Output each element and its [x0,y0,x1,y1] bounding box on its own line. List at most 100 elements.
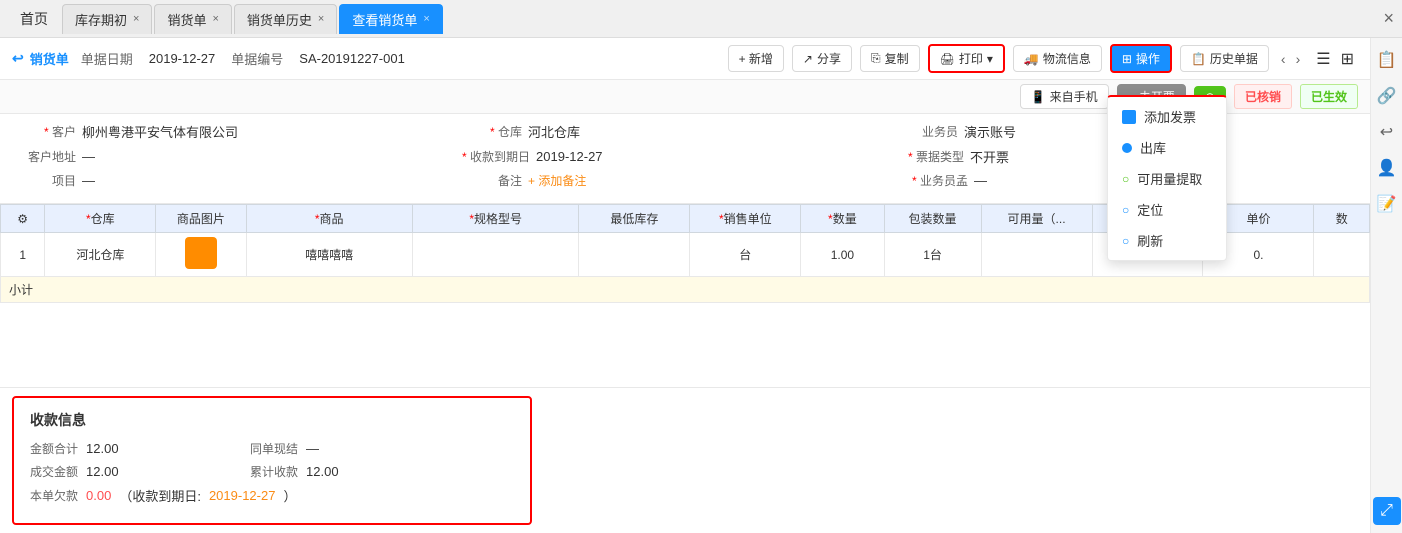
doc-actions: + 新增 ↗ 分享 ⎘ 复制 🖨 打印 ▾ 🚚 物流信息 [728,44,1358,73]
sidebar-expand-icon[interactable]: ⤢ [1373,497,1401,525]
balance-note: （收款到期日: [119,486,201,505]
nav-arrows: ‹ › [1277,49,1304,69]
number-label: 单据编号 [231,49,283,68]
subtotal-label: 小计 [1,277,1370,303]
due-date-value: 2019-12-27 [536,149,603,164]
tab-home[interactable]: 首页 [8,4,60,34]
sidebar-icon-2[interactable]: 🔗 [1373,82,1401,110]
tab-inventory-init[interactable]: 库存期初 × [62,4,152,34]
note-field: 备注 添加备注 [462,172,908,189]
col-extra-header: 数 [1314,205,1370,233]
col-product-header: *商品 [246,205,412,233]
print-icon: 🖨 [940,52,955,66]
close-history-icon[interactable]: × [318,13,324,25]
staff-label: 业务员 [908,123,958,140]
col-gear[interactable]: ⚙ [1,205,45,233]
address-label: 客户地址 [16,148,76,165]
close-inventory-icon[interactable]: × [133,13,139,25]
doc-icon: ↩ [12,50,24,67]
subtotal-row: 小计 [1,277,1370,303]
transaction-label: 成交金额 [30,463,78,480]
total-label: 金额合计 [30,440,78,457]
col-spec-header: *规格型号 [412,205,578,233]
col-unit-header: *销售单位 [690,205,801,233]
ticket-value: 不开票 [970,147,1009,166]
tab-sales-order[interactable]: 销货单 × [154,4,231,34]
row-unit: 台 [690,233,801,277]
tab-view-sales-label: 查看销货单 [352,10,417,29]
list-view-icon[interactable]: ☰ [1312,47,1334,71]
ticket-label: 票据类型 [908,148,964,165]
close-view-sales-icon[interactable]: × [423,13,429,25]
available-qty-item[interactable]: ○ 可用量提取 [1108,163,1226,194]
truck-icon: 🚚 [1024,52,1039,66]
locate-label: 定位 [1137,200,1163,219]
sales-staff-value: — [974,173,987,188]
due-date-field: 收款到期日 2019-12-27 [462,148,908,165]
circle-icon [1122,143,1132,153]
date-value: 2019-12-27 [149,51,216,66]
grid-view-icon[interactable]: ⊞ [1337,47,1358,71]
cumulative-label: 累计收款 [250,463,298,480]
close-sales-icon[interactable]: × [212,13,218,25]
product-image [185,237,217,269]
share-button[interactable]: ↗ 分享 [792,45,852,72]
outbound-label: 出库 [1140,138,1166,157]
sidebar-icon-5[interactable]: 📝 [1373,190,1401,218]
row-avail [981,233,1092,277]
add-invoice-item[interactable]: 添加发票 [1108,101,1226,132]
tab-sales-history[interactable]: 销货单历史 × [234,4,337,34]
row-img [156,233,246,277]
new-button[interactable]: + 新增 [728,45,784,72]
doc-type-label: 销货单 [30,49,69,68]
close-window-icon[interactable]: × [1383,8,1394,29]
history-button[interactable]: 📋 历史单据 [1180,45,1269,72]
date-label: 单据日期 [81,49,133,68]
due-date-label: 收款到期日 [462,148,530,165]
row-minstock [579,233,690,277]
sidebar-icon-1[interactable]: 📋 [1373,46,1401,74]
row-extra [1314,233,1370,277]
balance-value: 0.00 [86,488,111,503]
available-qty-label: 可用量提取 [1137,169,1202,188]
bottom-section: 收款信息 金额合计 12.00 同单现结 — 成交金额 12.00 [0,387,1370,533]
col-img-header: 商品图片 [156,205,246,233]
add-invoice-label: 添加发票 [1144,107,1196,126]
logistics-button[interactable]: 🚚 物流信息 [1013,45,1102,72]
warehouse-label: 仓库 [462,123,522,140]
project-value: — [82,173,95,188]
view-toggle: ☰ ⊞ [1312,47,1358,71]
locate-item[interactable]: ○ 定位 [1108,194,1226,225]
tab-history-label: 销货单历史 [247,10,312,29]
balance-close: ） [283,486,296,505]
operate-button[interactable]: ⊞ 操作 [1110,44,1172,73]
sidebar-icon-4[interactable]: 👤 [1373,154,1401,182]
cumulative-item: 累计收款 12.00 [250,463,430,480]
effective-badge: 已生效 [1300,84,1358,109]
copy-button[interactable]: ⎘ 复制 [860,45,920,72]
print-button[interactable]: 🖨 打印 ▾ [928,44,1005,73]
next-arrow[interactable]: › [1292,49,1305,69]
prev-arrow[interactable]: ‹ [1277,49,1290,69]
locate-circle-icon: ○ [1122,203,1129,217]
cancelled-badge: 已核销 [1234,84,1292,109]
row-spec [412,233,578,277]
outbound-item[interactable]: 出库 [1108,132,1226,163]
tab-view-sales[interactable]: 查看销货单 × [339,4,442,34]
row-index: 1 [1,233,45,277]
project-label: 项目 [16,172,76,189]
share-icon: ↗ [803,52,813,66]
col-minstock-header: 最低库存 [579,205,690,233]
payment-row-2: 成交金额 12.00 累计收款 12.00 [30,463,514,480]
sidebar-icon-3[interactable]: ↩ [1373,118,1401,146]
refresh-item[interactable]: ○ 刷新 [1108,225,1226,256]
payment-row-1: 金额合计 12.00 同单现结 — [30,440,514,457]
add-note-button[interactable]: 添加备注 [528,172,586,189]
from-phone-button[interactable]: 📱 来自手机 [1020,84,1109,109]
balance-label: 本单欠款 [30,487,78,504]
total-value: 12.00 [86,441,119,456]
staff-value: 演示账号 [964,122,1016,141]
customer-field: 客户 柳州粤港平安气体有限公司 [16,122,462,141]
row-pkg: 1台 [884,233,981,277]
print-dropdown-arrow: ▾ [987,52,993,66]
